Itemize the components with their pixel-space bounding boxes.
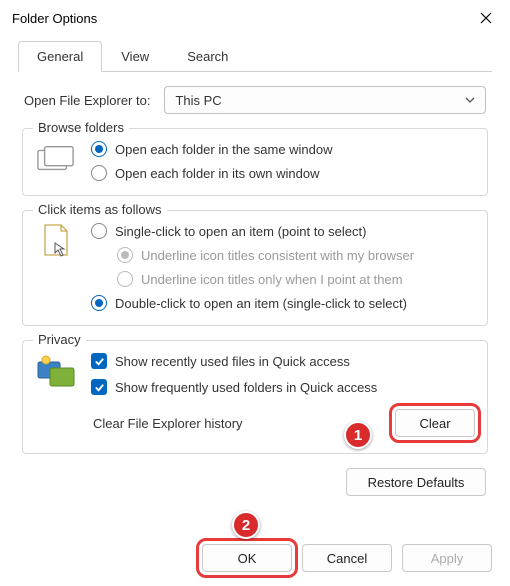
radio-underline-browser: Underline icon titles consistent with my…	[117, 247, 475, 263]
click-items-group: Click items as follows Single-click to o…	[22, 210, 488, 326]
file-click-icon	[35, 223, 77, 259]
tab-strip: General View Search	[18, 40, 492, 72]
window-title: Folder Options	[12, 11, 97, 26]
radio-same-window[interactable]: Open each folder in the same window	[91, 141, 475, 157]
restore-row: Restore Defaults	[24, 468, 486, 496]
close-icon	[480, 12, 492, 24]
radio-double-click[interactable]: Double-click to open an item (single-cli…	[91, 295, 475, 311]
clear-history-row: Clear File Explorer history Clear	[91, 409, 475, 437]
privacy-legend: Privacy	[33, 332, 86, 347]
dialog-body: General View Search Open File Explorer t…	[0, 36, 510, 496]
radio-icon	[91, 141, 107, 157]
open-explorer-label: Open File Explorer to:	[24, 93, 150, 108]
open-explorer-select[interactable]: This PC	[164, 86, 486, 114]
checkbox-frequent-folders[interactable]: Show frequently used folders in Quick ac…	[91, 379, 475, 395]
browse-folders-group: Browse folders Open each folder in the s…	[22, 128, 488, 196]
radio-label: Underline icon titles only when I point …	[141, 272, 403, 287]
dialog-buttons: OK Cancel Apply	[202, 544, 492, 572]
radio-icon	[117, 247, 133, 263]
radio-icon	[91, 165, 107, 181]
cancel-button[interactable]: Cancel	[302, 544, 392, 572]
checkbox-label: Show frequently used folders in Quick ac…	[115, 380, 377, 395]
radio-single-click[interactable]: Single-click to open an item (point to s…	[91, 223, 475, 239]
radio-label: Double-click to open an item (single-cli…	[115, 296, 407, 311]
chevron-down-icon	[465, 95, 475, 105]
radio-own-window[interactable]: Open each folder in its own window	[91, 165, 475, 181]
close-button[interactable]	[474, 6, 498, 30]
checkbox-recent-files[interactable]: Show recently used files in Quick access	[91, 353, 475, 369]
ok-button[interactable]: OK	[202, 544, 292, 572]
titlebar: Folder Options	[0, 0, 510, 36]
privacy-group: Privacy Show recently used files in Quic…	[22, 340, 488, 454]
radio-icon	[91, 295, 107, 311]
radio-icon	[91, 223, 107, 239]
apply-button: Apply	[402, 544, 492, 572]
restore-defaults-button[interactable]: Restore Defaults	[346, 468, 486, 496]
radio-label: Underline icon titles consistent with my…	[141, 248, 414, 263]
radio-underline-point: Underline icon titles only when I point …	[117, 271, 475, 287]
radio-label: Open each folder in the same window	[115, 142, 333, 157]
clear-button[interactable]: Clear	[395, 409, 475, 437]
annotation-marker-1: 1	[344, 421, 372, 449]
privacy-icon	[35, 353, 77, 389]
tab-general[interactable]: General	[18, 41, 102, 72]
click-legend: Click items as follows	[33, 202, 167, 217]
open-explorer-value: This PC	[175, 93, 221, 108]
browse-legend: Browse folders	[33, 120, 129, 135]
checkbox-icon	[91, 379, 107, 395]
checkbox-icon	[91, 353, 107, 369]
radio-label: Open each folder in its own window	[115, 166, 320, 181]
folder-pair-icon	[35, 141, 77, 177]
radio-icon	[117, 271, 133, 287]
clear-history-label: Clear File Explorer history	[93, 416, 243, 431]
folder-options-window: Folder Options General View Search Open …	[0, 0, 510, 586]
annotation-marker-2: 2	[232, 511, 260, 539]
radio-label: Single-click to open an item (point to s…	[115, 224, 366, 239]
checkbox-label: Show recently used files in Quick access	[115, 354, 350, 369]
open-explorer-row: Open File Explorer to: This PC	[24, 86, 486, 114]
tab-search[interactable]: Search	[168, 41, 247, 72]
tab-view[interactable]: View	[102, 41, 168, 72]
